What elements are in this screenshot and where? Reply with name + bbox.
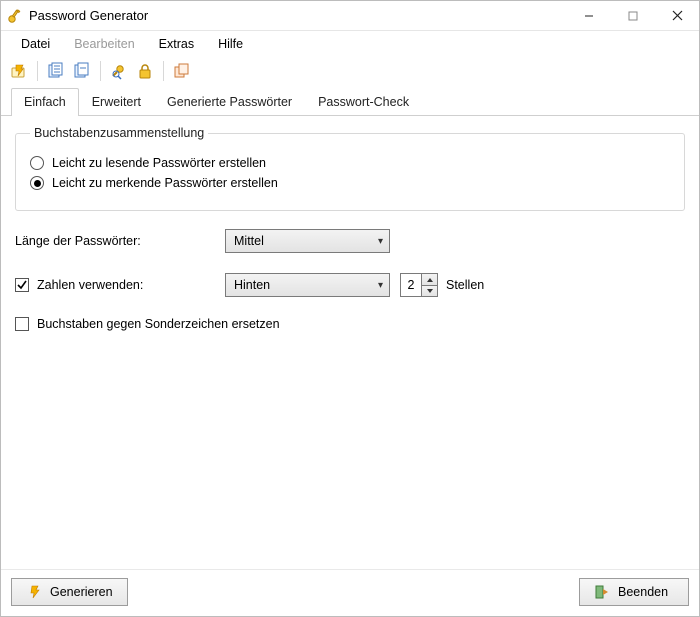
use-numbers-checkbox[interactable] <box>15 278 29 292</box>
toolbar-separator <box>37 61 38 81</box>
app-key-icon <box>7 8 23 24</box>
radio-memorable[interactable]: Leicht zu merkende Passwörter erstellen <box>30 176 670 190</box>
use-numbers-label: Zahlen verwenden: <box>37 278 143 292</box>
toolbar-duplicate-icon[interactable] <box>172 61 192 81</box>
menubar: Datei Bearbeiten Extras Hilfe <box>1 31 699 59</box>
menu-edit[interactable]: Bearbeiten <box>64 35 144 53</box>
menu-file[interactable]: Datei <box>11 35 60 53</box>
radio-readable[interactable]: Leicht zu lesende Passwörter erstellen <box>30 156 670 170</box>
minimize-button[interactable] <box>567 1 611 31</box>
tab-password-check[interactable]: Passwort-Check <box>305 88 422 116</box>
titlebar: Password Generator <box>1 1 699 31</box>
row-length: Länge der Passwörter: Mittel ▾ <box>15 229 685 253</box>
toolbar <box>1 59 699 87</box>
toolbar-generate-icon[interactable] <box>9 61 29 81</box>
generate-button[interactable]: Generieren <box>11 578 128 606</box>
bolt-icon <box>26 584 42 600</box>
numbers-position-select[interactable]: Hinten ▾ <box>225 273 390 297</box>
exit-door-icon <box>594 584 610 600</box>
replace-special-checkbox[interactable] <box>15 317 29 331</box>
close-button[interactable]: Beenden <box>579 578 689 606</box>
row-replace-special: Buchstaben gegen Sonderzeichen ersetzen <box>15 317 685 331</box>
letter-composition-group: Buchstabenzusammenstellung Leicht zu les… <box>15 126 685 211</box>
menu-help[interactable]: Hilfe <box>208 35 253 53</box>
tab-generated[interactable]: Generierte Passwörter <box>154 88 305 116</box>
length-select[interactable]: Mittel ▾ <box>225 229 390 253</box>
window-title: Password Generator <box>29 8 567 23</box>
radio-label: Leicht zu lesende Passwörter erstellen <box>52 156 266 170</box>
radio-icon <box>30 156 44 170</box>
menu-extras[interactable]: Extras <box>149 35 204 53</box>
tab-advanced[interactable]: Erweitert <box>79 88 154 116</box>
toolbar-separator <box>100 61 101 81</box>
spinner-down-button[interactable] <box>422 285 438 297</box>
chevron-down-icon: ▾ <box>378 236 383 247</box>
length-value: Mittel <box>234 234 264 248</box>
replace-special-label: Buchstaben gegen Sonderzeichen ersetzen <box>37 317 280 331</box>
numbers-count-spinner: 2 <box>400 273 438 297</box>
chevron-down-icon: ▾ <box>378 280 383 291</box>
bottom-bar: Generieren Beenden <box>1 569 699 616</box>
numbers-count-value: 2 <box>408 278 415 292</box>
numbers-position-value: Hinten <box>234 278 270 292</box>
close-label: Beenden <box>618 585 668 599</box>
numbers-count-input[interactable]: 2 <box>400 273 422 297</box>
tab-bar: Einfach Erweitert Generierte Passwörter … <box>1 87 699 116</box>
toolbar-separator <box>163 61 164 81</box>
spinner-up-button[interactable] <box>422 273 438 285</box>
toolbar-lock-icon[interactable] <box>135 61 155 81</box>
toolbar-copy-single-icon[interactable] <box>72 61 92 81</box>
generate-label: Generieren <box>50 585 113 599</box>
radio-label: Leicht zu merkende Passwörter erstellen <box>52 176 278 190</box>
radio-icon <box>30 176 44 190</box>
length-label: Länge der Passwörter: <box>15 234 225 248</box>
row-use-numbers: Zahlen verwenden: Hinten ▾ 2 Stellen <box>15 273 685 297</box>
maximize-button[interactable] <box>611 1 655 31</box>
group-legend: Buchstabenzusammenstellung <box>30 126 208 140</box>
toolbar-copy-list-icon[interactable] <box>46 61 66 81</box>
numbers-count-suffix: Stellen <box>446 278 484 292</box>
toolbar-search-key-icon[interactable] <box>109 61 129 81</box>
tab-simple[interactable]: Einfach <box>11 88 79 116</box>
close-window-button[interactable] <box>655 1 699 31</box>
tab-panel-simple: Buchstabenzusammenstellung Leicht zu les… <box>1 116 699 569</box>
